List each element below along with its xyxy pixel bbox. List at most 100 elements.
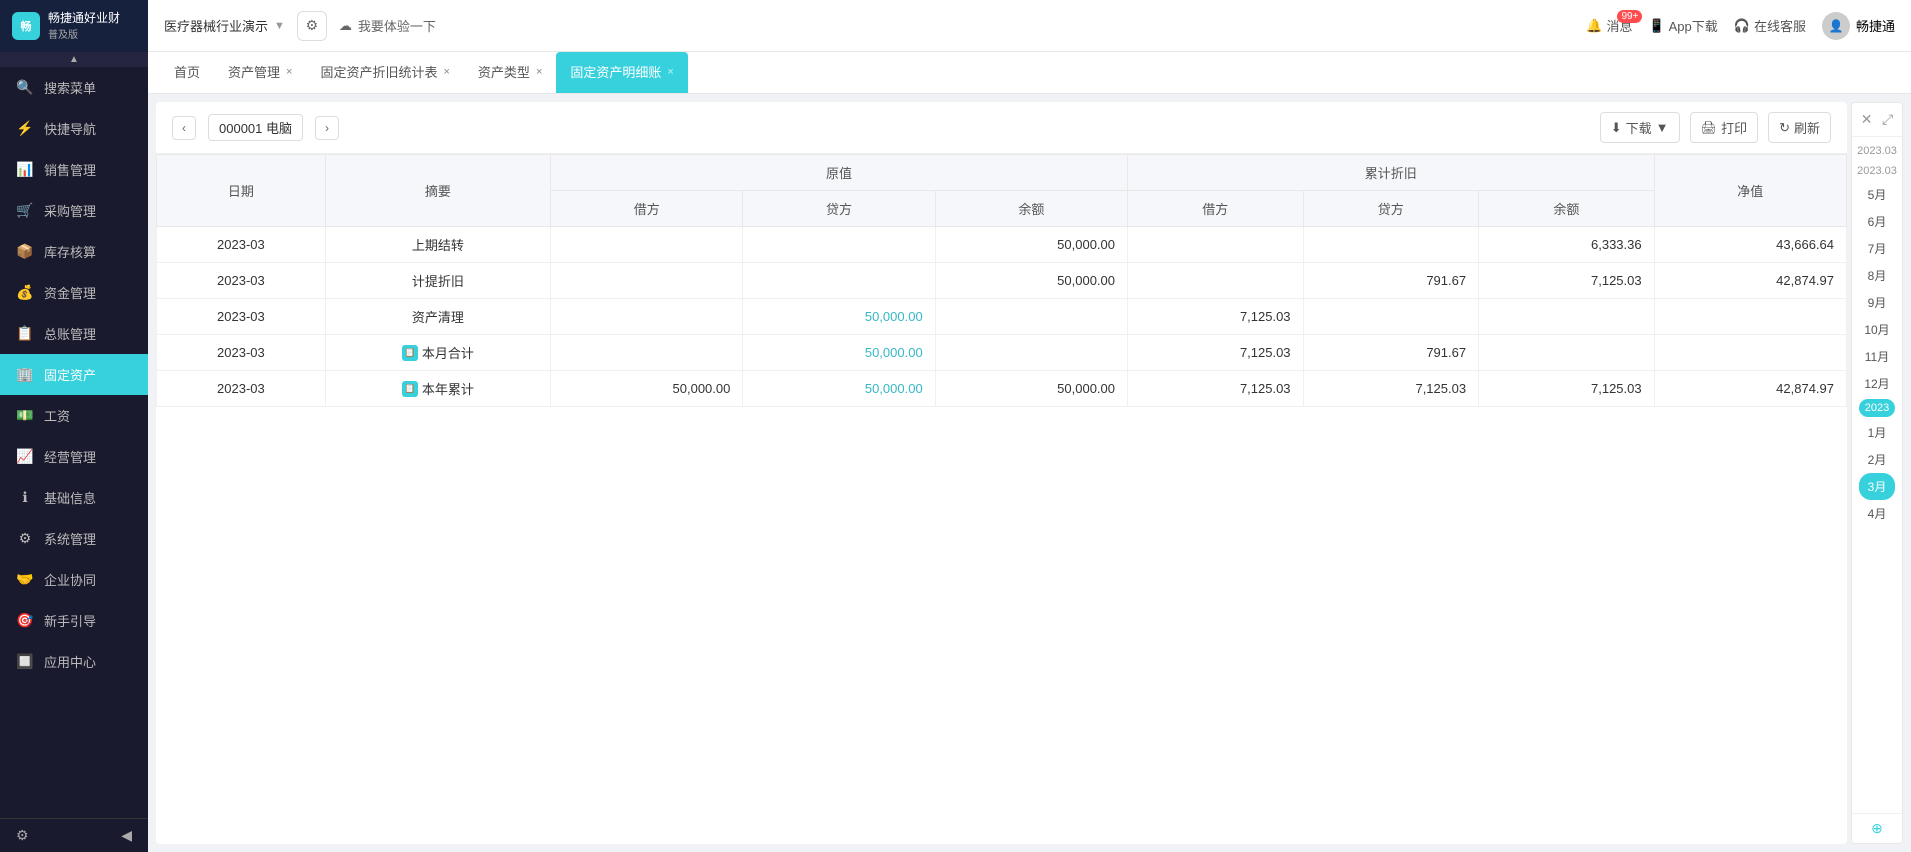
td-net-value: 42,874.97 [1654,263,1846,299]
panel-month-item[interactable]: 10月 [1852,316,1902,343]
tab-close-asset-type[interactable]: × [536,66,542,78]
tab-close-depreciation-table[interactable]: × [443,66,449,78]
td-orig-debit [551,227,743,263]
experience-btn[interactable]: ☁ 我要体验一下 [339,16,436,35]
table-row: 2023-03 资产清理 50,000.00 7,125.03 [157,299,1847,335]
panel-year-header: 2023.03 [1852,161,1902,181]
td-date: 2023-03 [157,371,326,407]
tabbar: 首页资产管理×固定资产折旧统计表×资产类型×固定资产明细账× [148,52,1911,94]
asset-code-box: 000001 电脑 [208,114,303,141]
panel-month-item[interactable]: 7月 [1852,235,1902,262]
panel-month-item[interactable]: 8月 [1852,262,1902,289]
td-orig-debit: 50,000.00 [551,371,743,407]
td-orig-balance: 50,000.00 [935,371,1127,407]
prev-asset-btn[interactable]: ‹ [172,116,196,140]
tab-close-asset-management[interactable]: × [286,66,292,78]
sidebar-item-guide[interactable]: 🎯 新手引导 [0,600,148,641]
summary-badge: 📋 本月合计 [402,343,474,362]
bell-icon: 🔔 [1586,18,1602,34]
tab-asset-type[interactable]: 资产类型 × [464,52,556,93]
panel-month-item[interactable]: 5月 [1852,181,1902,208]
sidebar-label-operations: 经营管理 [44,447,96,466]
th-summary: 摘要 [325,155,550,227]
sidebar-label-fixed-assets: 固定资产 [44,365,96,384]
sidebar-label-finance: 资金管理 [44,283,96,302]
customer-service-btn[interactable]: 🎧 在线客服 [1734,16,1806,35]
settings-footer-icon[interactable]: ⚙ [16,827,29,844]
panel-month-item[interactable]: 11月 [1852,343,1902,370]
tab-asset-detail[interactable]: 固定资产明细账× [556,52,687,93]
td-acc-credit: 791.67 [1303,263,1479,299]
sidebar-item-search[interactable]: 🔍 搜索菜单 [0,67,148,108]
sidebar-item-payroll[interactable]: 💵 工资 [0,395,148,436]
td-acc-balance: 6,333.36 [1479,227,1655,263]
sidebar-item-finance[interactable]: 💰 资金管理 [0,272,148,313]
panel-month-item[interactable]: 2月 [1852,446,1902,473]
sidebar-label-inventory: 库存核算 [44,242,96,261]
sidebar-icon-system: ⚙ [16,530,34,548]
tab-close-asset-detail[interactable]: × [667,66,673,78]
panel-active-month[interactable]: 3月 [1859,473,1895,500]
content-area: ‹ 000001 电脑 › ⬇ 下载 ▼ 🖨 打印 ↻ 刷新 [148,94,1911,852]
sidebar-label-collaboration: 企业协同 [44,570,96,589]
td-orig-balance: 50,000.00 [935,227,1127,263]
app-subtitle: 普及版 [48,26,120,41]
refresh-icon: ↻ [1779,120,1790,136]
sidebar-item-system[interactable]: ⚙ 系统管理 [0,518,148,559]
sidebar-label-search: 搜索菜单 [44,78,96,97]
notification-btn[interactable]: 🔔 消息 99+ [1586,16,1632,35]
refresh-btn[interactable]: ↻ 刷新 [1768,112,1831,143]
company-selector[interactable]: 医疗器械行业演示 ▼ [164,16,285,35]
td-net-value [1654,335,1846,371]
close-panel-icon[interactable]: ✕ [1861,111,1873,128]
panel-month-item[interactable]: 9月 [1852,289,1902,316]
tab-asset-management[interactable]: 资产管理× [214,52,306,93]
expand-panel-icon[interactable]: ⤢ [1882,111,1893,128]
td-date: 2023-03 [157,263,326,299]
panel-month-item[interactable]: 1月 [1852,419,1902,446]
sidebar-icon-finance: 💰 [16,284,34,302]
th-date: 日期 [157,155,326,227]
tab-depreciation-table[interactable]: 固定资产折旧统计表× [306,52,463,93]
td-acc-credit: 7,125.03 [1303,371,1479,407]
download-btn[interactable]: ⬇ 下载 ▼ [1600,112,1680,143]
sidebar-item-operations[interactable]: 📈 经营管理 [0,436,148,477]
td-acc-balance: 7,125.03 [1479,371,1655,407]
sidebar-item-fixed-assets[interactable]: 🏢 固定资产 [0,354,148,395]
tab-home[interactable]: 首页 [160,52,214,93]
sidebar-header: 畅 畅捷通好业财 普及版 [0,0,148,52]
td-net-value: 43,666.64 [1654,227,1846,263]
table-row: 2023-03 📋 本月合计 50,000.00 7,125.03 791.67 [157,335,1847,371]
sidebar-scroll-up[interactable]: ▲ [0,52,148,67]
th-acc-debit: 借方 [1128,191,1304,227]
next-asset-btn[interactable]: › [315,116,339,140]
add-period-icon[interactable]: ⊕ [1871,820,1883,837]
td-orig-credit: 50,000.00 [743,335,935,371]
sidebar-icon-purchase: 🛒 [16,202,34,220]
panel-month-item[interactable]: 4月 [1852,500,1902,527]
td-orig-balance: 50,000.00 [935,263,1127,299]
sidebar-item-inventory[interactable]: 📦 库存核算 [0,231,148,272]
td-orig-credit: 50,000.00 [743,299,935,335]
panel-month-item[interactable]: 12月 [1852,370,1902,397]
th-accumulated-dep: 累计折旧 [1128,155,1655,191]
sidebar-item-sales[interactable]: 📊 销售管理 [0,149,148,190]
sidebar-item-collaboration[interactable]: 🤝 企业协同 [0,559,148,600]
sidebar-item-base-info[interactable]: ℹ 基础信息 [0,477,148,518]
sidebar-item-quick-nav[interactable]: ⚡ 快捷导航 [0,108,148,149]
print-btn[interactable]: 🖨 打印 [1690,112,1759,143]
sidebar-item-purchase[interactable]: 🛒 采购管理 [0,190,148,231]
cloud-icon: ☁ [339,18,352,34]
collapse-footer-icon[interactable]: ◀ [121,827,132,844]
app-title-block: 畅捷通好业财 普及版 [48,11,120,42]
dropdown-arrow-icon: ▼ [1656,120,1669,135]
panel-month-item[interactable]: 6月 [1852,208,1902,235]
sidebar-item-apps[interactable]: 🔲 应用中心 [0,641,148,682]
app-download-btn[interactable]: 📱 App下载 [1648,16,1717,35]
td-acc-debit [1128,227,1304,263]
sidebar-icon-inventory: 📦 [16,243,34,261]
tab-label-asset-type: 资产类型 [478,62,530,81]
topbar-settings-btn[interactable]: ⚙ [297,11,327,41]
sidebar-item-ledger[interactable]: 📋 总账管理 [0,313,148,354]
user-menu[interactable]: 👤 畅捷通 [1822,12,1895,40]
